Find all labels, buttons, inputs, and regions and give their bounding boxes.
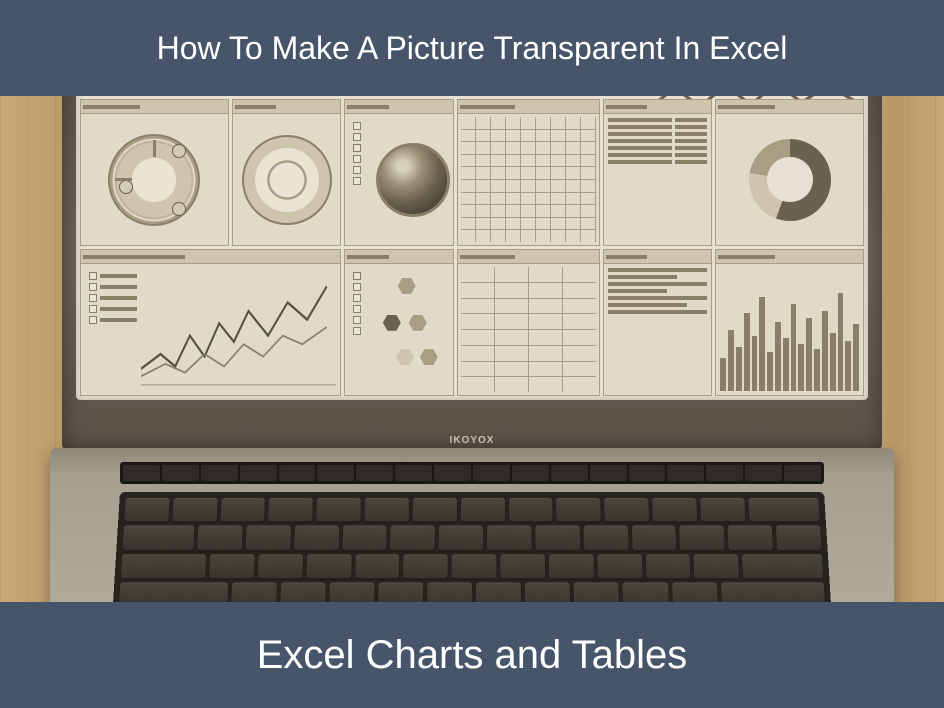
panel-donut	[715, 99, 864, 246]
panel-list-2	[603, 249, 713, 396]
panel-list-1	[603, 99, 713, 246]
panel-dial-2	[232, 99, 342, 246]
title-text: How To Make A Picture Transparent In Exc…	[157, 30, 788, 67]
panel-small-table	[457, 249, 599, 396]
touchbar	[120, 462, 824, 484]
panel-globe-and-list	[344, 99, 454, 246]
title-banner: How To Make A Picture Transparent In Exc…	[0, 0, 944, 96]
footer-banner: Excel Charts and Tables	[0, 602, 944, 708]
dashboard-screen	[76, 70, 868, 400]
panel-dial-1	[80, 99, 229, 246]
panel-data-grid	[457, 99, 599, 246]
laptop-illustration: IKOYOX	[50, 60, 894, 668]
footer-text: Excel Charts and Tables	[257, 633, 688, 678]
screen-bezel: IKOYOX	[62, 60, 882, 450]
panel-line-chart	[80, 249, 341, 396]
laptop-brand: IKOYOX	[450, 435, 495, 446]
panel-bar-chart	[715, 249, 864, 396]
panel-hexagons	[344, 249, 454, 396]
